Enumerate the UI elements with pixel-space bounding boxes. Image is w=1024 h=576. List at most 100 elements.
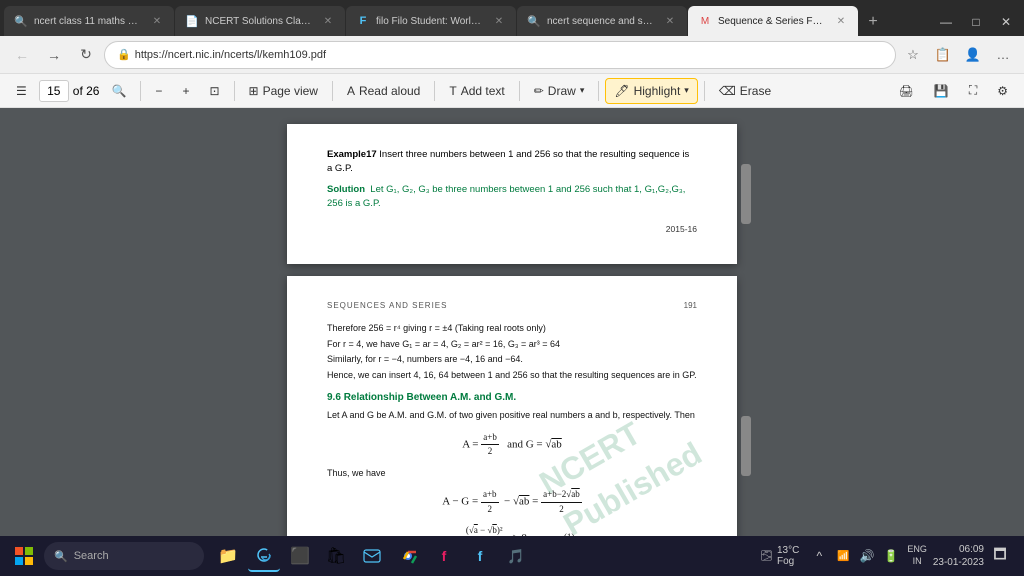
taskbar-chrome[interactable] [392, 540, 424, 572]
tab-2[interactable]: 📄 NCERT Solutions Class 11 Maths ✕ [175, 6, 345, 36]
tab-4[interactable]: 🔍 ncert sequence and series pdf ✕ [517, 6, 687, 36]
start-button[interactable] [8, 540, 40, 572]
erase-button[interactable]: ⌫ Erase [711, 78, 779, 104]
tab-1-icon: 🔍 [14, 14, 28, 28]
windows-logo-icon [15, 547, 33, 565]
separator-4 [434, 81, 435, 101]
forward-button[interactable]: → [40, 41, 68, 69]
mail-icon [363, 549, 381, 563]
frac-n-sq: (√a − √b)² [464, 524, 505, 536]
main-content: Example17 Insert three numbers between 1… [0, 108, 1024, 536]
tab-4-label: ncert sequence and series pdf [547, 16, 653, 27]
highlight-icon: 🖊 [614, 84, 629, 98]
frac-n-ab2sqrt: a+b−2√ab [541, 488, 582, 503]
separator-5 [519, 81, 520, 101]
taskbar-filo1[interactable]: f [428, 540, 460, 572]
frac-a-plus-b-2: a+b 2 [481, 431, 499, 459]
tab-3-icon: F [356, 14, 370, 28]
tab-5-close[interactable]: ✕ [834, 14, 848, 28]
separator-7 [704, 81, 705, 101]
fit-page-button[interactable]: ⊡ [201, 78, 227, 104]
minimize-button[interactable]: — [932, 12, 960, 32]
refresh-button[interactable]: ↻ [72, 41, 100, 69]
time-block[interactable]: 06:09 23-01-2023 [933, 543, 984, 569]
erase-icon: ⌫ [719, 84, 736, 98]
tab-bar: 🔍 ncert class 11 maths solutions - ✕ 📄 N… [0, 0, 1024, 36]
network-icon[interactable]: 📶 [833, 546, 853, 566]
volume-icon[interactable]: 🔊 [857, 546, 877, 566]
system-tray-expand[interactable]: ^ [809, 546, 829, 566]
more-tools-button[interactable]: ⚙ [989, 78, 1016, 104]
battery-icon[interactable]: 🔋 [881, 546, 901, 566]
tab-1[interactable]: 🔍 ncert class 11 maths solutions - ✕ [4, 6, 174, 36]
thus-we-have: Thus, we have [327, 467, 697, 481]
notification-button[interactable]: 🗖 [990, 546, 1010, 566]
profile-icon[interactable]: 👤 [960, 42, 986, 68]
tab-2-icon: 📄 [185, 14, 199, 28]
tab-5-icon: M [698, 14, 712, 28]
taskbar-edge[interactable] [248, 540, 280, 572]
taskbar-spotify[interactable]: 🎵 [500, 540, 532, 572]
new-tab-button[interactable]: + [859, 8, 887, 36]
separator-3 [332, 81, 333, 101]
lang-indicator: ENGIN [907, 544, 927, 567]
zoom-minus-button[interactable]: − [147, 78, 170, 104]
tab-5[interactable]: M Sequence & Series Final 03.01.P ✕ [688, 6, 858, 36]
taskbar-mail[interactable] [356, 540, 388, 572]
taskbar-store[interactable]: 🛍 [320, 540, 352, 572]
url-text: https://ncert.nic.in/ncerts/l/kemh109.pd… [135, 49, 326, 61]
scroll-indicator-2[interactable] [741, 416, 751, 476]
frac-d-2b: 2 [557, 503, 566, 517]
save-button[interactable]: 💾 [926, 78, 957, 104]
address-icons: ☆ 📋 👤 … [900, 42, 1016, 68]
back-button[interactable]: ← [8, 41, 36, 69]
frac-numerator-ab: a+b [481, 431, 499, 446]
add-text-icon: T [449, 84, 456, 98]
example-17: Example17 Insert three numbers between 1… [327, 148, 697, 177]
search-pdf-button[interactable]: 🔍 [103, 78, 134, 104]
page-number-input[interactable] [39, 80, 69, 102]
draw-icon: ✏ [534, 84, 544, 98]
draw-button[interactable]: ✏ Draw ▾ [526, 78, 593, 104]
tab-1-label: ncert class 11 maths solutions - [34, 16, 140, 27]
tab-4-close[interactable]: ✕ [663, 14, 677, 28]
zoom-plus-button[interactable]: + [174, 78, 197, 104]
read-aloud-button[interactable]: A Read aloud [339, 78, 428, 104]
favorites-icon[interactable]: ☆ [900, 42, 926, 68]
formula-a-minus-g: A − G = a+b 2 − √ab = a+b−2√ab 2 [327, 488, 697, 516]
separator-1 [140, 81, 141, 101]
solution-text: Let G₁, G₂, G₃ be three numbers between … [327, 184, 685, 209]
highlight-label: Highlight [634, 84, 681, 98]
taskbar-file-explorer[interactable]: 📁 [212, 540, 244, 572]
tab-2-close[interactable]: ✕ [321, 14, 335, 28]
highlight-button[interactable]: 🖊 Highlight ▾ [605, 78, 697, 104]
collections-icon[interactable]: 📋 [930, 42, 956, 68]
maximize-button[interactable]: □ [962, 12, 990, 32]
a-minus-g-text: A − G = [442, 496, 481, 508]
taskbar-terminal[interactable]: ⬛ [284, 540, 316, 572]
formula-a-eq: A = [462, 438, 481, 450]
example-text: Insert three numbers between 1 and 256 s… [327, 149, 689, 174]
window-controls: — □ ✕ [932, 12, 1020, 36]
add-text-label: Add text [461, 84, 505, 98]
fullscreen-button[interactable]: ⛶ [961, 78, 985, 104]
close-button[interactable]: ✕ [992, 12, 1020, 32]
print-button[interactable]: 🖨 [891, 78, 922, 104]
more-icon[interactable]: … [990, 42, 1016, 68]
lang-block[interactable]: ENGIN [907, 544, 927, 567]
page-view-button[interactable]: ⊞ Page view [241, 78, 326, 104]
formula-am-gm: A = a+b 2 and G = √ab [327, 431, 697, 459]
pdf-container[interactable]: Example17 Insert three numbers between 1… [0, 108, 1024, 536]
address-input[interactable]: 🔒 https://ncert.nic.in/ncerts/l/kemh109.… [104, 41, 896, 69]
tab-3-close[interactable]: ✕ [492, 14, 506, 28]
scroll-indicator-1[interactable] [741, 164, 751, 224]
taskbar-filo2[interactable]: f [464, 540, 496, 572]
section-title: Relationship Between A.M. and G.M. [344, 392, 516, 403]
weather-widget[interactable]: 🌫 13°C Fog [760, 545, 799, 567]
sidebar-toggle-button[interactable]: ☰ [8, 78, 35, 104]
add-text-button[interactable]: T Add text [441, 78, 512, 104]
page-footer-1: 2015-16 [327, 219, 697, 236]
tab-3[interactable]: F filo Filo Student: World's Only Live I… [346, 6, 516, 36]
tab-1-close[interactable]: ✕ [150, 14, 164, 28]
search-button[interactable]: 🔍 Search [44, 542, 204, 570]
